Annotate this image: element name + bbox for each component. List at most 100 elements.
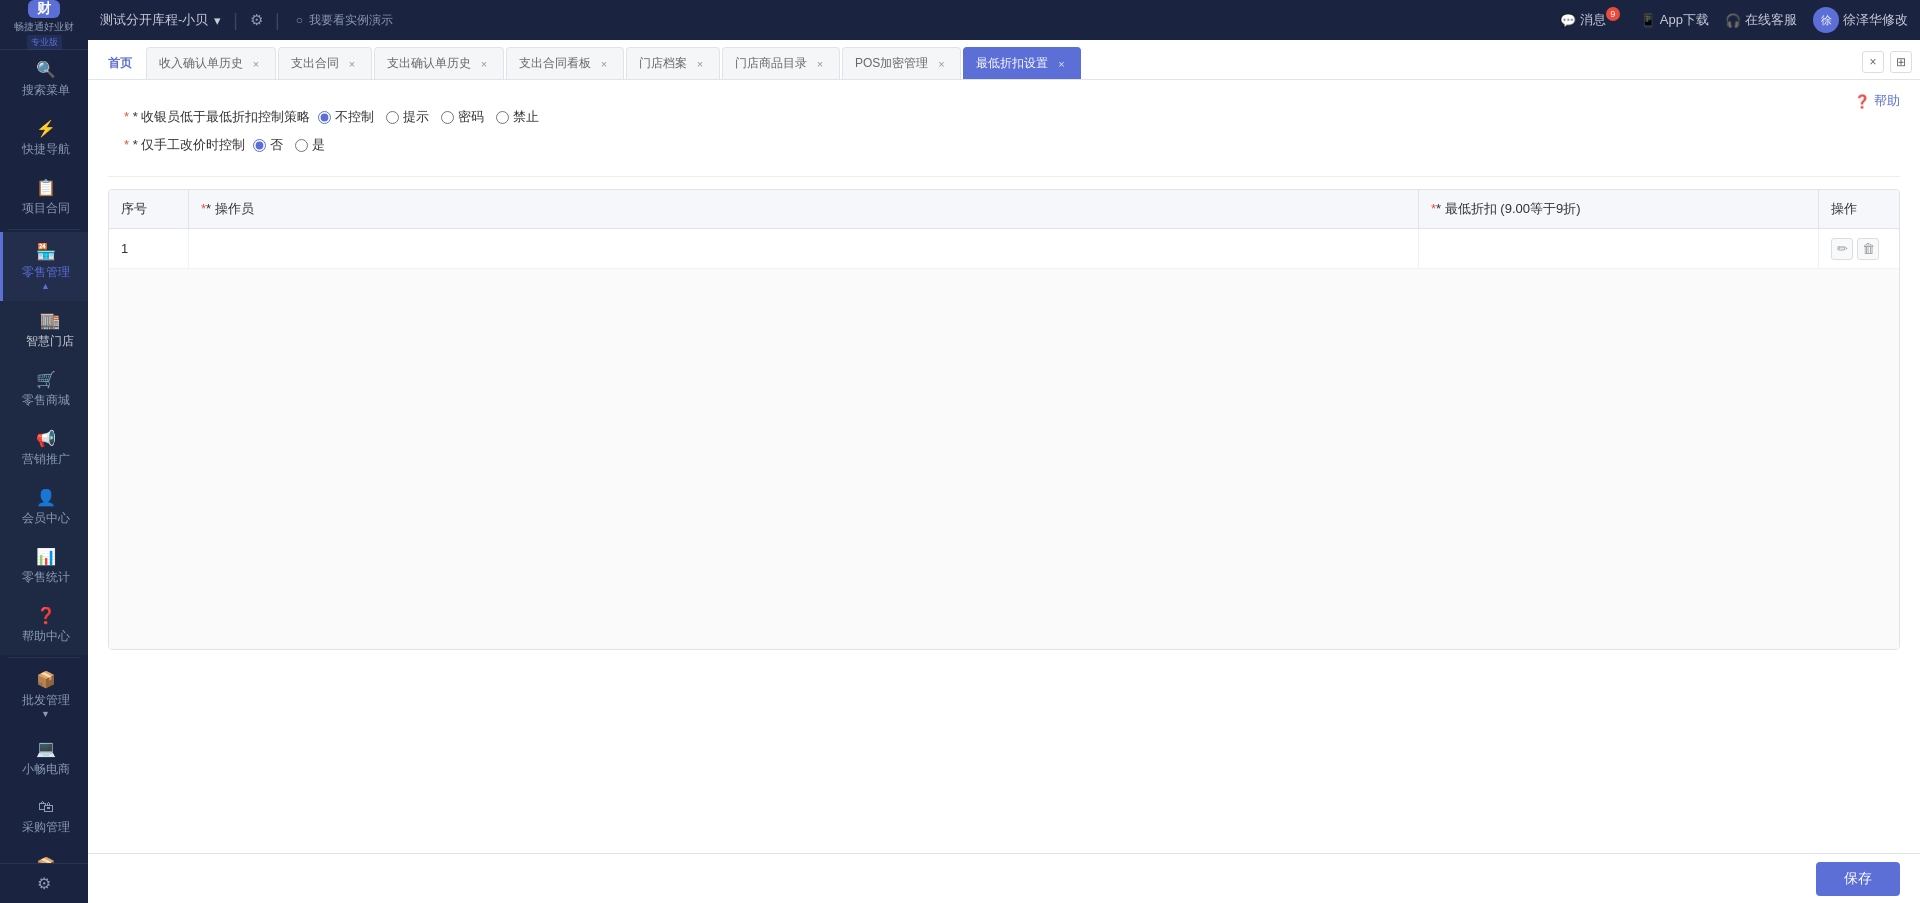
sidebar-item-wholesale[interactable]: 📦 批发管理 ▼ xyxy=(0,660,88,729)
sidebar-item-label: 快捷导航 xyxy=(22,141,70,158)
sidebar: 财 畅捷通好业财 专业版 🔍 搜索菜单 ⚡ 快捷导航 📋 项目合同 🏪 零售管理… xyxy=(0,0,88,903)
sidebar-item-label: 会员中心 xyxy=(22,510,70,527)
download-icon: 📱 xyxy=(1640,13,1656,28)
tab-pos-password[interactable]: POS加密管理 × xyxy=(842,47,961,79)
sidebar-item-label: 项目合同 xyxy=(22,200,70,217)
sidebar-item-project[interactable]: 📋 项目合同 xyxy=(0,168,88,227)
cashier-policy-radio-group: 不控制 提示 密码 禁止 xyxy=(318,108,539,126)
user-menu[interactable]: 徐 徐泽华修改 xyxy=(1813,7,1908,33)
main-area: 测试分开库程-小贝 ▾ | ⚙ | ○ 我要看实例演示 💬 消息 9 📱 App… xyxy=(88,0,1920,903)
avatar: 徐 xyxy=(1813,7,1839,33)
sidebar-item-online-store[interactable]: 🛒 零售商城 xyxy=(0,360,88,419)
tab-contract-label: 支出合同 xyxy=(291,55,339,72)
tab-store-file-close[interactable]: × xyxy=(693,57,707,71)
sidebar-item-help[interactable]: ❓ 帮助中心 xyxy=(0,596,88,655)
member-icon: 👤 xyxy=(36,488,56,507)
retail-icon: 🏪 xyxy=(36,242,56,261)
user-name: 徐泽华修改 xyxy=(1843,11,1908,29)
footer-bar: 保存 xyxy=(88,853,1920,903)
tab-store-products[interactable]: 门店商品目录 × xyxy=(722,47,840,79)
table-body: 1 ✏ 🗑 xyxy=(109,229,1899,649)
tab-pos-password-close[interactable]: × xyxy=(934,57,948,71)
sidebar-item-purchase[interactable]: 🛍 采购管理 xyxy=(0,788,88,846)
tab-store-products-close[interactable]: × xyxy=(813,57,827,71)
demo-link[interactable]: ○ 我要看实例演示 xyxy=(296,12,393,29)
tab-contract-close[interactable]: × xyxy=(345,57,359,71)
sidebar-item-label: 采购管理 xyxy=(22,819,70,836)
tab-income-close[interactable]: × xyxy=(249,57,263,71)
th-operator: ** 操作员 xyxy=(189,190,1419,228)
td-min-discount xyxy=(1419,229,1819,268)
manual-price-row: * * 仅手工改价时控制 否 是 xyxy=(124,136,1884,154)
tab-payment-history-close[interactable]: × xyxy=(477,57,491,71)
radio-password[interactable]: 密码 xyxy=(441,108,484,126)
purchase-icon: 🛍 xyxy=(38,798,54,816)
online-service-label: 在线客服 xyxy=(1745,11,1797,29)
sidebar-item-shortcut[interactable]: ⚡ 快捷导航 xyxy=(0,109,88,168)
edit-row-button[interactable]: ✏ xyxy=(1831,238,1853,260)
th-min-discount: ** 最低折扣 (9.00等于9折) xyxy=(1419,190,1819,228)
tab-home[interactable]: 首页 xyxy=(96,47,144,79)
app-download-button[interactable]: 📱 App下载 xyxy=(1640,11,1709,29)
radio-manual-yes[interactable]: 是 xyxy=(295,136,325,154)
tab-payment-history-label: 支出确认单历史 xyxy=(387,55,471,72)
delete-row-button[interactable]: 🗑 xyxy=(1857,238,1879,260)
tab-contract[interactable]: 支出合同 × xyxy=(278,47,372,79)
demo-text: 我要看实例演示 xyxy=(309,12,393,29)
demo-icon: ○ xyxy=(296,13,303,27)
th-seq: 序号 xyxy=(109,190,189,228)
help-link[interactable]: ❓ 帮助 xyxy=(1854,92,1900,110)
sidebar-item-search[interactable]: 🔍 搜索菜单 xyxy=(0,50,88,109)
sidebar-item-retail-stats[interactable]: 📊 零售统计 xyxy=(0,537,88,596)
tab-min-discount-close[interactable]: × xyxy=(1054,57,1068,71)
radio-manual-no[interactable]: 否 xyxy=(253,136,283,154)
manual-price-radio-group: 否 是 xyxy=(253,136,325,154)
tab-options-button[interactable]: ⊞ xyxy=(1890,51,1912,73)
td-actions: ✏ 🗑 xyxy=(1819,229,1899,268)
project-selector[interactable]: 测试分开库程-小贝 ▾ xyxy=(100,11,221,29)
divider xyxy=(8,657,80,658)
inventory-icon: 📦 xyxy=(36,856,56,863)
tab-home-label: 首页 xyxy=(108,55,132,72)
tab-contract-board-close[interactable]: × xyxy=(597,57,611,71)
sidebar-item-member[interactable]: 👤 会员中心 xyxy=(0,478,88,537)
td-operator xyxy=(189,229,1419,268)
sidebar-item-ecommerce[interactable]: 💻 小畅电商 xyxy=(0,729,88,788)
close-tab-button[interactable]: × xyxy=(1862,51,1884,73)
form-section: * * 收银员低于最低折扣控制策略 不控制 提示 密 xyxy=(108,96,1900,177)
radio-no-control[interactable]: 不控制 xyxy=(318,108,374,126)
th-actions: 操作 xyxy=(1819,190,1899,228)
tab-store-file[interactable]: 门店档案 × xyxy=(626,47,720,79)
tab-contract-board-label: 支出合同看板 xyxy=(519,55,591,72)
sidebar-item-label: 零售管理 xyxy=(22,264,70,281)
topbar-settings-icon[interactable]: ⚙ xyxy=(250,11,263,29)
online-service-button[interactable]: 🎧 在线客服 xyxy=(1725,11,1797,29)
tab-payment-history[interactable]: 支出确认单历史 × xyxy=(374,47,504,79)
sidebar-item-inventory[interactable]: 📦 库存核算 xyxy=(0,846,88,863)
sidebar-item-marketing[interactable]: 📢 营销推广 xyxy=(0,419,88,478)
ecommerce-icon: 💻 xyxy=(36,739,56,758)
manual-price-label: * * 仅手工改价时控制 xyxy=(124,136,245,154)
wholesale-icon: 📦 xyxy=(36,670,56,689)
tab-contract-board[interactable]: 支出合同看板 × xyxy=(506,47,624,79)
message-button[interactable]: 💬 消息 9 xyxy=(1560,11,1624,29)
radio-hint[interactable]: 提示 xyxy=(386,108,429,126)
sidebar-item-retail[interactable]: 🏪 零售管理 ▲ xyxy=(0,232,88,301)
help-label: 帮助 xyxy=(1874,92,1900,110)
edition-badge: 专业版 xyxy=(27,35,62,50)
save-button[interactable]: 保存 xyxy=(1816,862,1900,896)
logo-icon: 财 xyxy=(28,0,60,18)
sidebar-item-label: 搜索菜单 xyxy=(22,82,70,99)
tab-min-discount[interactable]: 最低折扣设置 × xyxy=(963,47,1081,79)
sidebar-item-smart-store[interactable]: 🏬 智慧门店 xyxy=(0,301,88,360)
tabbar: 首页 收入确认单历史 × 支出合同 × 支出确认单历史 × 支出合同看板 × 门… xyxy=(88,40,1920,80)
sidebar-settings-button[interactable]: ⚙ xyxy=(37,874,51,893)
sidebar-bottom: ⚙ xyxy=(0,863,88,903)
topbar: 测试分开库程-小贝 ▾ | ⚙ | ○ 我要看实例演示 💬 消息 9 📱 App… xyxy=(88,0,1920,40)
radio-forbid[interactable]: 禁止 xyxy=(496,108,539,126)
help-icon: ❓ xyxy=(1854,94,1870,109)
sidebar-item-label: 营销推广 xyxy=(22,451,70,468)
topbar-divider: | xyxy=(233,10,238,31)
tab-income[interactable]: 收入确认单历史 × xyxy=(146,47,276,79)
online-store-icon: 🛒 xyxy=(36,370,56,389)
